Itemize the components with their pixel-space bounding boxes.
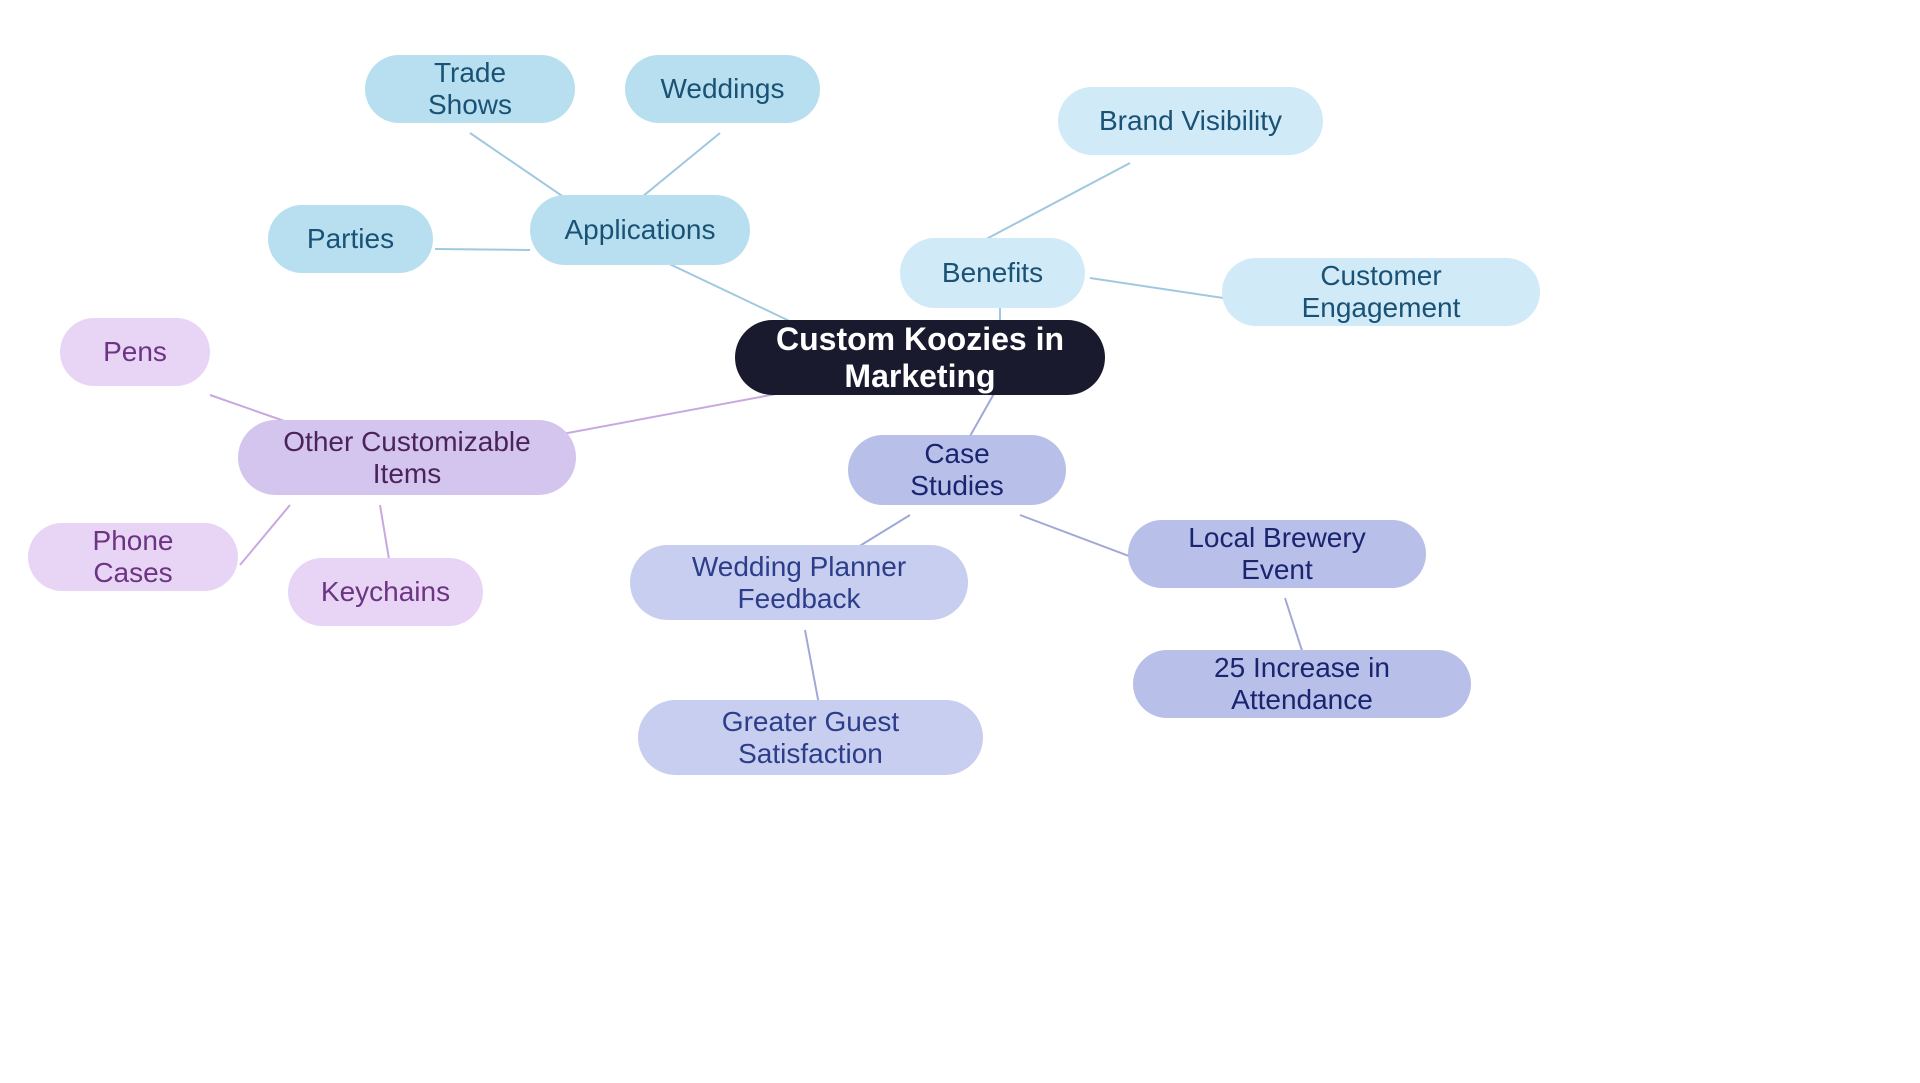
applications-label: Applications [565, 214, 716, 246]
other-customizable-node[interactable]: Other Customizable Items [238, 420, 576, 495]
local-brewery-label: Local Brewery Event [1158, 522, 1396, 586]
brand-visibility-node[interactable]: Brand Visibility [1058, 87, 1323, 155]
parties-label: Parties [307, 223, 394, 255]
wedding-planner-node[interactable]: Wedding Planner Feedback [630, 545, 968, 620]
center-label: Custom Koozies in Marketing [765, 321, 1075, 395]
weddings-label: Weddings [660, 73, 784, 105]
benefits-label: Benefits [942, 257, 1043, 289]
brand-visibility-label: Brand Visibility [1099, 105, 1282, 137]
parties-node[interactable]: Parties [268, 205, 433, 273]
case-studies-label: Case Studies [878, 438, 1036, 502]
other-customizable-label: Other Customizable Items [268, 426, 546, 490]
wedding-planner-label: Wedding Planner Feedback [660, 551, 938, 615]
increase-attendance-label: 25 Increase in Attendance [1163, 652, 1441, 716]
local-brewery-node[interactable]: Local Brewery Event [1128, 520, 1426, 588]
benefits-node[interactable]: Benefits [900, 238, 1085, 308]
trade-shows-label: Trade Shows [395, 57, 545, 121]
pens-label: Pens [103, 336, 167, 368]
phone-cases-label: Phone Cases [58, 525, 208, 589]
center-node[interactable]: Custom Koozies in Marketing [735, 320, 1105, 395]
case-studies-node[interactable]: Case Studies [848, 435, 1066, 505]
increase-attendance-node[interactable]: 25 Increase in Attendance [1133, 650, 1471, 718]
keychains-node[interactable]: Keychains [288, 558, 483, 626]
greater-guest-node[interactable]: Greater Guest Satisfaction [638, 700, 983, 775]
pens-node[interactable]: Pens [60, 318, 210, 386]
customer-engagement-label: Customer Engagement [1252, 260, 1510, 324]
weddings-node[interactable]: Weddings [625, 55, 820, 123]
greater-guest-label: Greater Guest Satisfaction [668, 706, 953, 770]
trade-shows-node[interactable]: Trade Shows [365, 55, 575, 123]
phone-cases-node[interactable]: Phone Cases [28, 523, 238, 591]
keychains-label: Keychains [321, 576, 450, 608]
applications-node[interactable]: Applications [530, 195, 750, 265]
customer-engagement-node[interactable]: Customer Engagement [1222, 258, 1540, 326]
